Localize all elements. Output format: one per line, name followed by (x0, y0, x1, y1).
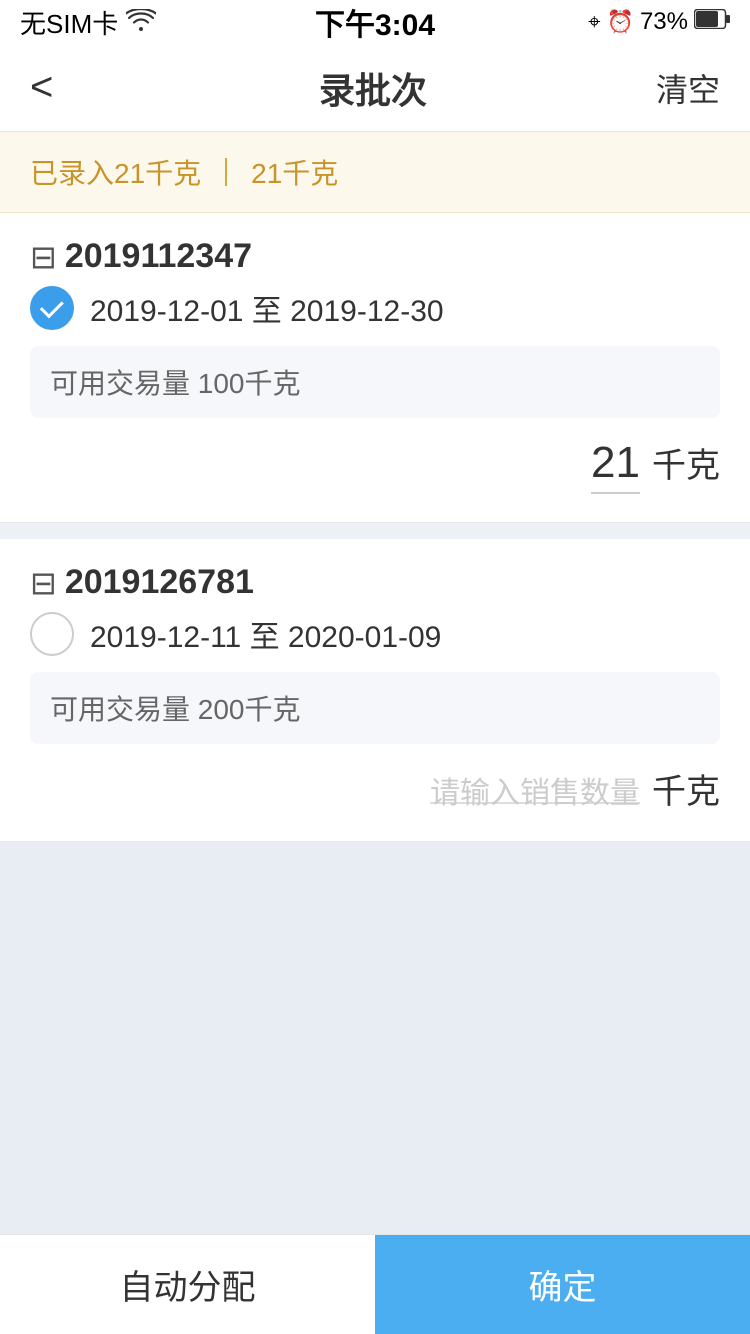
batch-1-date-row: 2019-12-01 至 2019-12-30 (30, 286, 720, 330)
batch-1-date: 2019-12-01 至 2019-12-30 (90, 286, 444, 330)
nav-bar: < 录批次 清空 (0, 44, 750, 132)
batch-2-id: 2019126781 (65, 563, 254, 602)
batch-2-input-container: 请输入销售数量 (430, 768, 640, 804)
batch-1-radio[interactable] (30, 286, 74, 330)
status-bar: 无SIM卡 下午3:04 ⌖ ⏰ 73% (0, 0, 750, 44)
batch-2-input-row: 请输入销售数量 千克 (0, 744, 750, 842)
batch-item-1: ⊟ 2019112347 2019-12-01 至 2019-12-30 可用交… (0, 213, 750, 418)
batch-card-2: ⊟ 2019126781 2019-12-11 至 2020-01-09 可用交… (0, 539, 750, 842)
batch-2-header: ⊟ 2019126781 (30, 563, 720, 602)
batch-2-unit: 千克 (652, 764, 720, 813)
batch-1-amount-row: 21 千克 (0, 418, 750, 523)
auto-distribute-button[interactable]: 自动分配 (0, 1235, 375, 1334)
total-amount: 21千克 (251, 152, 338, 192)
carrier-text: 无SIM卡 (20, 4, 118, 41)
location-icon: ⌖ (588, 9, 600, 35)
batch-1-amount[interactable]: 21 (591, 438, 640, 487)
status-right: ⌖ ⏰ 73% (588, 8, 730, 36)
batch-item-2: ⊟ 2019126781 2019-12-11 至 2020-01-09 可用交… (0, 539, 750, 744)
batch-1-id: 2019112347 (65, 237, 252, 276)
recorded-amount: 已录入21千克 (30, 152, 201, 192)
status-time: 下午3:04 (315, 0, 435, 44)
banner-divider (225, 158, 227, 186)
alarm-icon: ⏰ (607, 9, 634, 35)
wifi-icon (126, 7, 156, 38)
batch-2-availability: 可用交易量 200千克 (30, 672, 720, 744)
confirm-button[interactable]: 确定 (375, 1235, 750, 1334)
back-button[interactable]: < (30, 65, 90, 110)
battery-icon (694, 8, 730, 36)
page-title: 录批次 (319, 62, 427, 114)
batch-1-amount-underline: 21 (591, 438, 640, 494)
bottom-bar: 自动分配 确定 (0, 1234, 750, 1334)
batch-1-availability: 可用交易量 100千克 (30, 346, 720, 418)
batch-1-unit: 千克 (652, 438, 720, 487)
info-banner: 已录入21千克 21千克 (0, 132, 750, 213)
doc-icon-2: ⊟ (30, 564, 57, 602)
clear-button[interactable]: 清空 (656, 65, 720, 111)
section-separator (0, 523, 750, 539)
batch-2-radio[interactable] (30, 612, 74, 656)
status-carrier: 无SIM卡 (20, 4, 156, 41)
empty-area (0, 842, 750, 1262)
batch-2-placeholder[interactable]: 请输入销售数量 (430, 777, 640, 810)
batch-2-date: 2019-12-11 至 2020-01-09 (90, 612, 441, 656)
doc-icon-1: ⊟ (30, 238, 57, 276)
battery-text: 73% (640, 8, 688, 36)
batch-card-1: ⊟ 2019112347 2019-12-01 至 2019-12-30 可用交… (0, 213, 750, 523)
batch-2-date-row: 2019-12-11 至 2020-01-09 (30, 612, 720, 656)
batch-1-header: ⊟ 2019112347 (30, 237, 720, 276)
